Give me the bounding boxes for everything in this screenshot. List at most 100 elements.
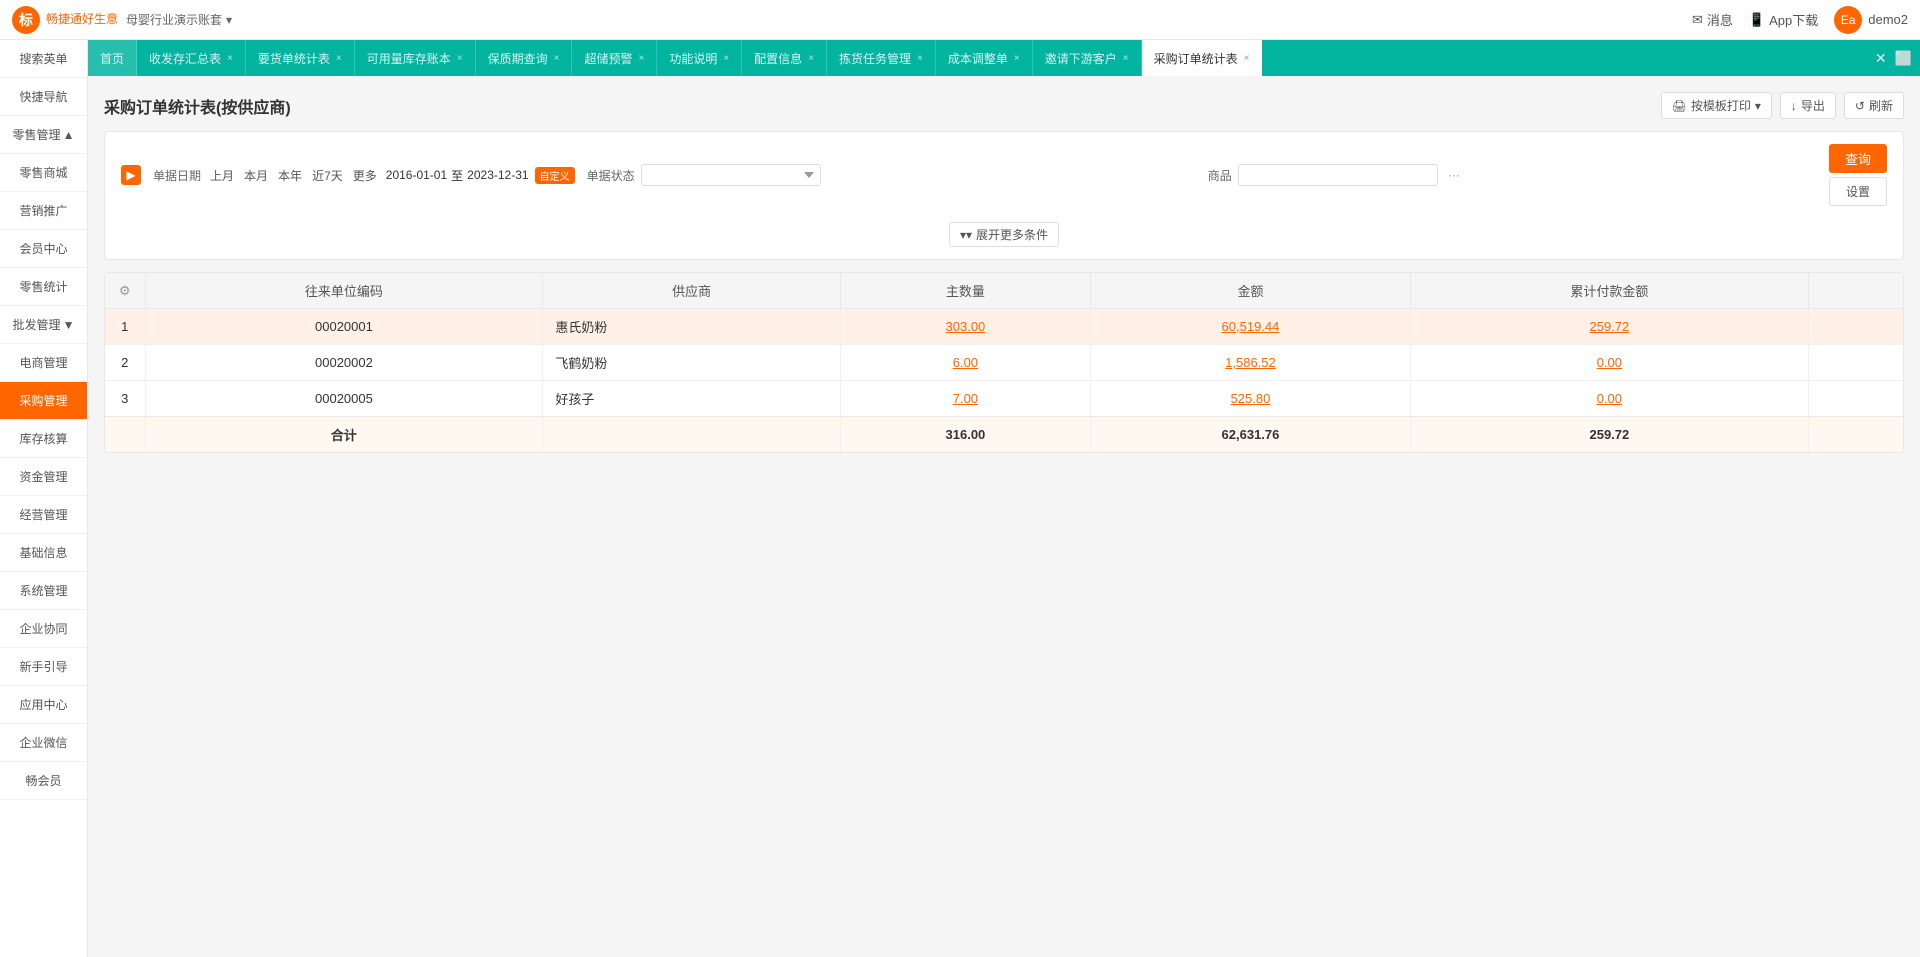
sidebar-item-operation[interactable]: 经营管理 bbox=[0, 496, 87, 534]
date-btn-this-year[interactable]: 本年 bbox=[275, 166, 305, 185]
tab-send-receive-close[interactable]: × bbox=[227, 53, 233, 64]
date-btn-7days[interactable]: 近7天 bbox=[309, 166, 346, 185]
sidebar-item-wechat[interactable]: 企业微信 bbox=[0, 724, 87, 762]
tab-close-btn[interactable]: ✕ bbox=[1875, 50, 1887, 67]
tab-config-close[interactable]: × bbox=[808, 53, 814, 64]
export-button[interactable]: ↓ 导出 bbox=[1780, 92, 1836, 119]
row-amount[interactable]: 525.80 bbox=[1090, 381, 1410, 417]
tab-home[interactable]: 首页 bbox=[88, 40, 137, 76]
filter-date-label: 单据日期 bbox=[153, 167, 201, 184]
tab-goods-stat[interactable]: 要货单统计表 × bbox=[246, 40, 355, 76]
filter-status-select[interactable] bbox=[641, 164, 821, 186]
expand-button[interactable]: ▾▾ 展开更多条件 bbox=[949, 222, 1059, 247]
tab-config[interactable]: 配置信息 × bbox=[742, 40, 827, 76]
date-btn-prev-month[interactable]: 上月 bbox=[207, 166, 237, 185]
row-paid[interactable]: 0.00 bbox=[1410, 381, 1808, 417]
sidebar-item-system[interactable]: 系统管理 bbox=[0, 572, 87, 610]
setting-button[interactable]: 设置 bbox=[1829, 177, 1887, 206]
tab-invite-down-close[interactable]: × bbox=[1123, 53, 1129, 64]
col-settings: ⚙ bbox=[105, 273, 145, 309]
sidebar-item-appcenter[interactable]: 应用中心 bbox=[0, 686, 87, 724]
app-download-btn[interactable]: 📱 App下载 bbox=[1749, 10, 1818, 29]
tab-available-inv-close[interactable]: × bbox=[457, 53, 463, 64]
user-avatar[interactable]: Ea demo2 bbox=[1834, 6, 1908, 34]
sidebar-item-purchase[interactable]: 采购管理 bbox=[0, 382, 87, 420]
date-btn-this-month[interactable]: 本月 bbox=[241, 166, 271, 185]
footer-amount: 62,631.76 bbox=[1090, 417, 1410, 453]
filter-more-btn[interactable]: ··· bbox=[1444, 168, 1464, 182]
footer-empty2 bbox=[543, 417, 840, 453]
sidebar-item-member[interactable]: 会员中心 bbox=[0, 230, 87, 268]
date-btn-more[interactable]: 更多 bbox=[350, 166, 380, 185]
tab-expiry[interactable]: 保质期查询 × bbox=[476, 40, 573, 76]
company-selector[interactable]: 母婴行业演示账套 ▾ bbox=[126, 11, 232, 28]
row-amount[interactable]: 1,586.52 bbox=[1090, 345, 1410, 381]
tab-invite-down[interactable]: 邀请下游客户 × bbox=[1033, 40, 1142, 76]
tab-available-inv[interactable]: 可用量库存账本 × bbox=[355, 40, 476, 76]
sidebar-item-nav[interactable]: 快捷导航 bbox=[0, 78, 87, 116]
sidebar-item-enterprise[interactable]: 企业协同 bbox=[0, 610, 87, 648]
tab-goods-stat-label: 要货单统计表 bbox=[258, 50, 330, 67]
sidebar-item-newbie[interactable]: 新手引导 bbox=[0, 648, 87, 686]
sidebar-item-retail-stat[interactable]: 零售统计 bbox=[0, 268, 87, 306]
tab-pick-task-close[interactable]: × bbox=[917, 53, 923, 64]
tab-func-desc[interactable]: 功能说明 × bbox=[657, 40, 742, 76]
footer-label: 合计 bbox=[145, 417, 543, 453]
sidebar-item-finance[interactable]: 资金管理 bbox=[0, 458, 87, 496]
tab-controls: ✕ ⬜ bbox=[1867, 50, 1920, 67]
row-qty[interactable]: 6.00 bbox=[840, 345, 1090, 381]
tab-cost-adj-label: 成本调整单 bbox=[948, 50, 1008, 67]
tab-expiry-close[interactable]: × bbox=[554, 53, 560, 64]
sidebar-item-marketing[interactable]: 营销推广 bbox=[0, 192, 87, 230]
sidebar-item-inventory[interactable]: 库存核算 bbox=[0, 420, 87, 458]
row-paid[interactable]: 0.00 bbox=[1410, 345, 1808, 381]
print-button[interactable]: 🖨 按模板打印 ▾ bbox=[1661, 92, 1772, 119]
filter-panel: ▶ 单据日期 上月 本月 本年 近7天 更多 2016-01-01 至 bbox=[104, 131, 1904, 260]
retail-arrow-icon: ▲ bbox=[63, 128, 75, 142]
date-from: 2016-01-01 bbox=[386, 168, 447, 182]
tab-overstock-close[interactable]: × bbox=[638, 53, 644, 64]
tab-overstock[interactable]: 超储预警 × bbox=[572, 40, 657, 76]
date-to: 2023-12-31 bbox=[467, 168, 528, 182]
table-body: 1 00020001 惠氏奶粉 303.00 60,519.44 259.72 … bbox=[105, 309, 1903, 417]
message-btn[interactable]: ✉ 消息 bbox=[1692, 10, 1733, 29]
row-paid[interactable]: 259.72 bbox=[1410, 309, 1808, 345]
table-settings-icon[interactable]: ⚙ bbox=[119, 283, 131, 298]
sidebar-item-retail-shop[interactable]: 零售商城 bbox=[0, 154, 87, 192]
row-amount[interactable]: 60,519.44 bbox=[1090, 309, 1410, 345]
tab-func-desc-close[interactable]: × bbox=[723, 53, 729, 64]
date-separator: 至 bbox=[451, 167, 463, 184]
table-header-row: ⚙ 往来单位编码 供应商 主数量 金额 累计付款金额 bbox=[105, 273, 1903, 309]
row-code: 00020005 bbox=[145, 381, 543, 417]
tab-send-receive[interactable]: 收发存汇总表 × bbox=[137, 40, 246, 76]
page-title: 采购订单统计表(按供应商) bbox=[104, 94, 291, 118]
tab-maximize-btn[interactable]: ⬜ bbox=[1895, 50, 1912, 67]
col-supplier: 供应商 bbox=[543, 273, 840, 309]
tab-cost-adj[interactable]: 成本调整单 × bbox=[936, 40, 1033, 76]
sidebar-item-search[interactable]: 搜索英单 bbox=[0, 40, 87, 78]
export-label: 导出 bbox=[1801, 97, 1825, 114]
row-code: 00020001 bbox=[145, 309, 543, 345]
sidebar-item-retail[interactable]: 零售管理 ▲ bbox=[0, 116, 87, 154]
search-button[interactable]: 查询 bbox=[1829, 144, 1887, 173]
tab-goods-stat-close[interactable]: × bbox=[336, 53, 342, 64]
row-qty[interactable]: 303.00 bbox=[840, 309, 1090, 345]
tab-purchase-stat-close[interactable]: × bbox=[1244, 53, 1250, 64]
filter-toggle-button[interactable]: ▶ bbox=[121, 165, 141, 185]
refresh-button[interactable]: ↺ 刷新 bbox=[1844, 92, 1904, 119]
tab-purchase-stat[interactable]: 采购订单统计表 × bbox=[1142, 40, 1263, 76]
sidebar-item-basic[interactable]: 基础信息 bbox=[0, 534, 87, 572]
tab-cost-adj-close[interactable]: × bbox=[1014, 53, 1020, 64]
sidebar-item-wholesale[interactable]: 批发管理 ▼ bbox=[0, 306, 87, 344]
footer-paid: 259.72 bbox=[1410, 417, 1808, 453]
sidebar-item-ecommerce[interactable]: 电商管理 bbox=[0, 344, 87, 382]
col-code: 往来单位编码 bbox=[145, 273, 543, 309]
filter-goods-input[interactable] bbox=[1238, 164, 1438, 186]
tab-expiry-label: 保质期查询 bbox=[488, 50, 548, 67]
tab-pick-task-label: 拣货任务管理 bbox=[839, 50, 911, 67]
print-icon: 🖨 bbox=[1672, 99, 1687, 113]
tab-pick-task[interactable]: 拣货任务管理 × bbox=[827, 40, 936, 76]
row-qty[interactable]: 7.00 bbox=[840, 381, 1090, 417]
sidebar-item-vip[interactable]: 畅会员 bbox=[0, 762, 87, 800]
row-extra bbox=[1808, 345, 1903, 381]
